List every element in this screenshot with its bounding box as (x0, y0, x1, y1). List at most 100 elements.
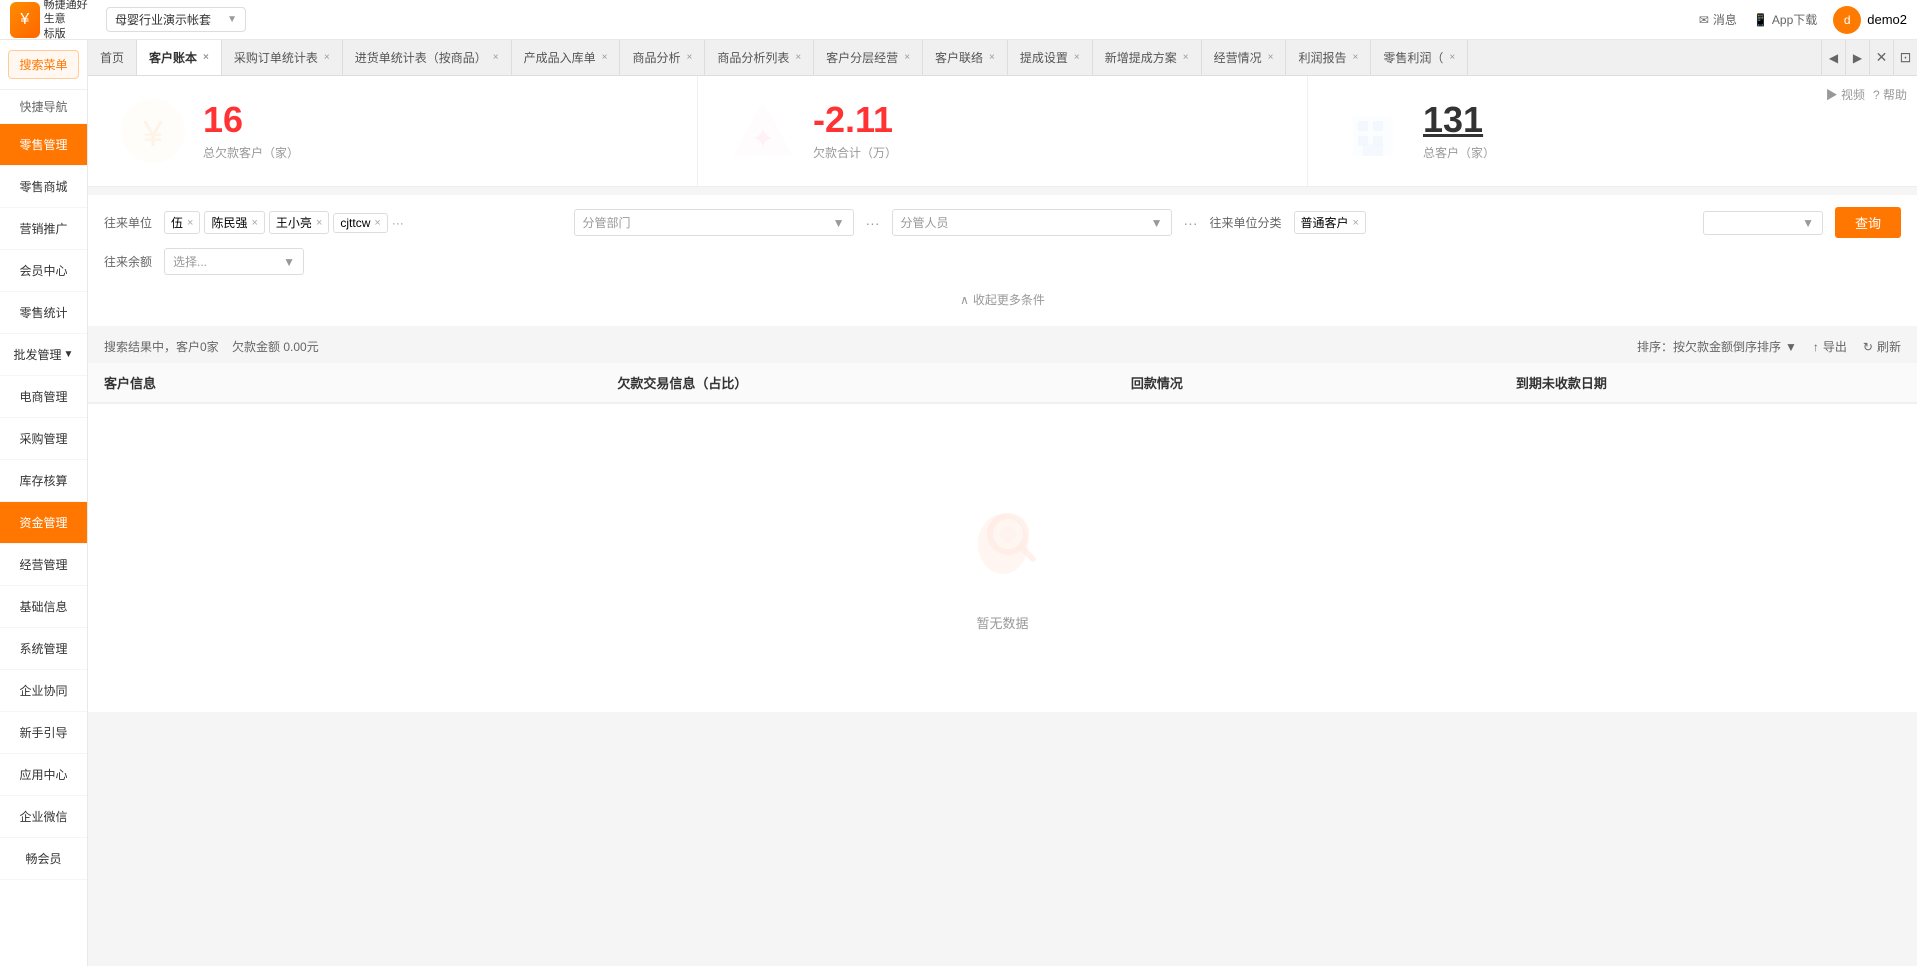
stat-value-customers: 16 (203, 102, 299, 138)
category-label: 往来单位分类 (1210, 214, 1282, 231)
video-help-btn[interactable]: ▶ 视频 (1826, 86, 1865, 103)
remove-tag-cjttcw[interactable]: × (374, 217, 380, 229)
tab-purchase-order-stats[interactable]: 采购订单统计表 × (222, 40, 343, 76)
sidebar-item-wholesale[interactable]: 批发管理 ▼ (0, 334, 87, 376)
person-more-btn[interactable]: ··· (1184, 215, 1198, 231)
tab-close-purchase-order[interactable]: × (324, 52, 330, 63)
content-area: 首页 客户账本 × 采购订单统计表 × 进货单统计表（按商品） × 产成品入库单… (88, 40, 1917, 966)
tab-close-customer-contact[interactable]: × (989, 52, 995, 63)
sidebar-item-marketing[interactable]: 营销推广 (0, 208, 87, 250)
tab-close-product-analysis[interactable]: × (686, 52, 692, 63)
sidebar-item-operations[interactable]: 经营管理 (0, 544, 87, 586)
help-btn[interactable]: ? 帮助 (1873, 86, 1907, 103)
phone-icon: 📱 (1753, 13, 1768, 27)
tab-goods-inbound-stats[interactable]: 进货单统计表（按商品） × (343, 40, 512, 76)
stat-info-debt: -2.11 欠款合计（万） (813, 102, 897, 161)
col-header-overdue: 到期未收款日期 (1516, 373, 1901, 392)
page-content: ¥ 16 总欠款客户（家） ✦ (88, 76, 1917, 966)
sidebar-item-enterprise-wechat[interactable]: 企业微信 (0, 796, 87, 838)
table-header: 客户信息 欠款交易信息（占比） 回款情况 到期未收款日期 (88, 363, 1917, 404)
remove-tag-wang[interactable]: × (316, 217, 322, 229)
tab-next-btn[interactable]: ▶ (1845, 40, 1869, 76)
tab-retail-profit[interactable]: 零售利润（ × (1371, 40, 1468, 76)
sort-select[interactable]: 排序：按欠款金额倒序排序 ▼ (1637, 338, 1797, 355)
refresh-icon: ↻ (1863, 340, 1873, 354)
refresh-btn[interactable]: ↻ 刷新 (1863, 338, 1901, 355)
stat-card-customers: ¥ 16 总欠款客户（家） (88, 76, 698, 186)
tab-production-inbound[interactable]: 产成品入库单 × (512, 40, 621, 76)
result-actions: 排序：按欠款金额倒序排序 ▼ ↑ 导出 ↻ 刷新 (1637, 338, 1901, 355)
amount-filter[interactable]: 选择... ▼ (164, 248, 304, 275)
sidebar-item-basic-info[interactable]: 基础信息 (0, 586, 87, 628)
tab-close-customer-ledger[interactable]: × (203, 52, 209, 63)
tab-close-goods-inbound[interactable]: × (493, 52, 499, 63)
filter-more-tags[interactable]: ··· (392, 216, 404, 230)
tab-prev-btn[interactable]: ◀ (1821, 40, 1845, 76)
tab-product-analysis[interactable]: 商品分析 × (620, 40, 705, 76)
empty-illustration (953, 484, 1053, 603)
sidebar-item-retail-mall[interactable]: 零售商城 (0, 166, 87, 208)
search-menu-btn[interactable]: 搜索菜单 (8, 50, 79, 79)
tab-business-status[interactable]: 经营情况 × (1202, 40, 1287, 76)
main-layout: 搜索菜单 快捷导航 零售管理 零售商城 营销推广 会员中心 零售统计 批发管理 … (0, 40, 1917, 966)
tab-profit-report[interactable]: 利润报告 × (1286, 40, 1371, 76)
tab-customer-layered[interactable]: 客户分层经营 × (814, 40, 923, 76)
tab-close-business[interactable]: × (1268, 52, 1274, 63)
tab-expand-btn[interactable]: ⊡ (1893, 40, 1917, 76)
sidebar-item-ecommerce[interactable]: 电商管理 (0, 376, 87, 418)
tab-close-customer-layered[interactable]: × (904, 52, 910, 63)
app-download-btn[interactable]: 📱 App下载 (1753, 11, 1817, 28)
dept-arrow-icon: ▼ (833, 216, 845, 230)
tab-close-production[interactable]: × (602, 52, 608, 63)
top-bar: ¥ 畅捷通好生意 标版 母婴行业演示帐套 ▼ ✉ 消息 📱 App下载 d de… (0, 0, 1917, 40)
tab-close-profit[interactable]: × (1352, 52, 1358, 63)
sidebar-item-chang-member[interactable]: 畅会员 (0, 838, 87, 880)
tab-customer-ledger[interactable]: 客户账本 × (137, 40, 222, 76)
tab-commission-settings[interactable]: 提成设置 × (1008, 40, 1093, 76)
tab-close-commission[interactable]: × (1074, 52, 1080, 63)
message-btn[interactable]: ✉ 消息 (1699, 11, 1737, 28)
sidebar-item-app-center[interactable]: 应用中心 (0, 754, 87, 796)
sidebar-item-purchase[interactable]: 采购管理 (0, 418, 87, 460)
collapse-btn[interactable]: ∧ 收起更多条件 (104, 285, 1901, 314)
filter-row-1: 往来单位 伍 × 陈民强 × 王小亮 × (104, 207, 1901, 238)
sidebar-item-finance[interactable]: 资金管理 (0, 502, 87, 544)
customer-icon: ¥ (118, 96, 188, 166)
remove-tag-wu[interactable]: × (187, 217, 193, 229)
sidebar-item-newbie-guide[interactable]: 新手引导 (0, 712, 87, 754)
debt-icon: ✦ (728, 96, 798, 166)
tab-close-all-btn[interactable]: ✕ (1869, 40, 1893, 76)
sidebar-item-enterprise-collab[interactable]: 企业协同 (0, 670, 87, 712)
tab-new-commission[interactable]: 新增提成方案 × (1093, 40, 1202, 76)
filter-company-tags: 伍 × 陈民强 × 王小亮 × cjttcw × (164, 211, 561, 234)
tab-customer-contact[interactable]: 客户联络 × (923, 40, 1008, 76)
col-header-debt: 欠款交易信息（占比） (617, 373, 1130, 392)
tab-close-new-commission[interactable]: × (1183, 52, 1189, 63)
message-icon: ✉ (1699, 13, 1709, 27)
quick-nav-btn[interactable]: 快捷导航 (0, 90, 87, 124)
amount-arrow-icon: ▼ (283, 255, 295, 269)
tab-home[interactable]: 首页 (88, 40, 137, 76)
sidebar-item-inventory[interactable]: 库存核算 (0, 460, 87, 502)
category-select[interactable]: ▼ (1703, 211, 1823, 235)
user-area[interactable]: d demo2 (1833, 6, 1907, 34)
logo-area: ¥ 畅捷通好生意 标版 (10, 0, 98, 41)
sidebar-item-member-center[interactable]: 会员中心 (0, 250, 87, 292)
collapse-area: ∧ 收起更多条件 (104, 285, 1901, 314)
stat-label-debt: 欠款合计（万） (813, 144, 897, 161)
sidebar-item-retail-management[interactable]: 零售管理 (0, 124, 87, 166)
remove-tag-chen[interactable]: × (251, 217, 257, 229)
dept-more-btn[interactable]: ··· (866, 215, 880, 231)
sidebar-item-system[interactable]: 系统管理 (0, 628, 87, 670)
tab-close-retail-profit[interactable]: × (1449, 52, 1455, 63)
dept-filter[interactable]: 分管部门 ▼ (574, 209, 854, 236)
table-container: 客户信息 欠款交易信息（占比） 回款情况 到期未收款日期 (88, 363, 1917, 712)
sidebar-item-retail-stats[interactable]: 零售统计 (0, 292, 87, 334)
remove-tag-category[interactable]: × (1353, 217, 1359, 229)
query-btn[interactable]: 查询 (1835, 207, 1901, 238)
person-filter[interactable]: 分管人员 ▼ (892, 209, 1172, 236)
tab-close-product-analysis-list[interactable]: × (795, 52, 801, 63)
export-btn[interactable]: ↑ 导出 (1813, 338, 1847, 355)
tab-product-analysis-list[interactable]: 商品分析列表 × (705, 40, 814, 76)
store-selector[interactable]: 母婴行业演示帐套 ▼ (106, 7, 246, 32)
